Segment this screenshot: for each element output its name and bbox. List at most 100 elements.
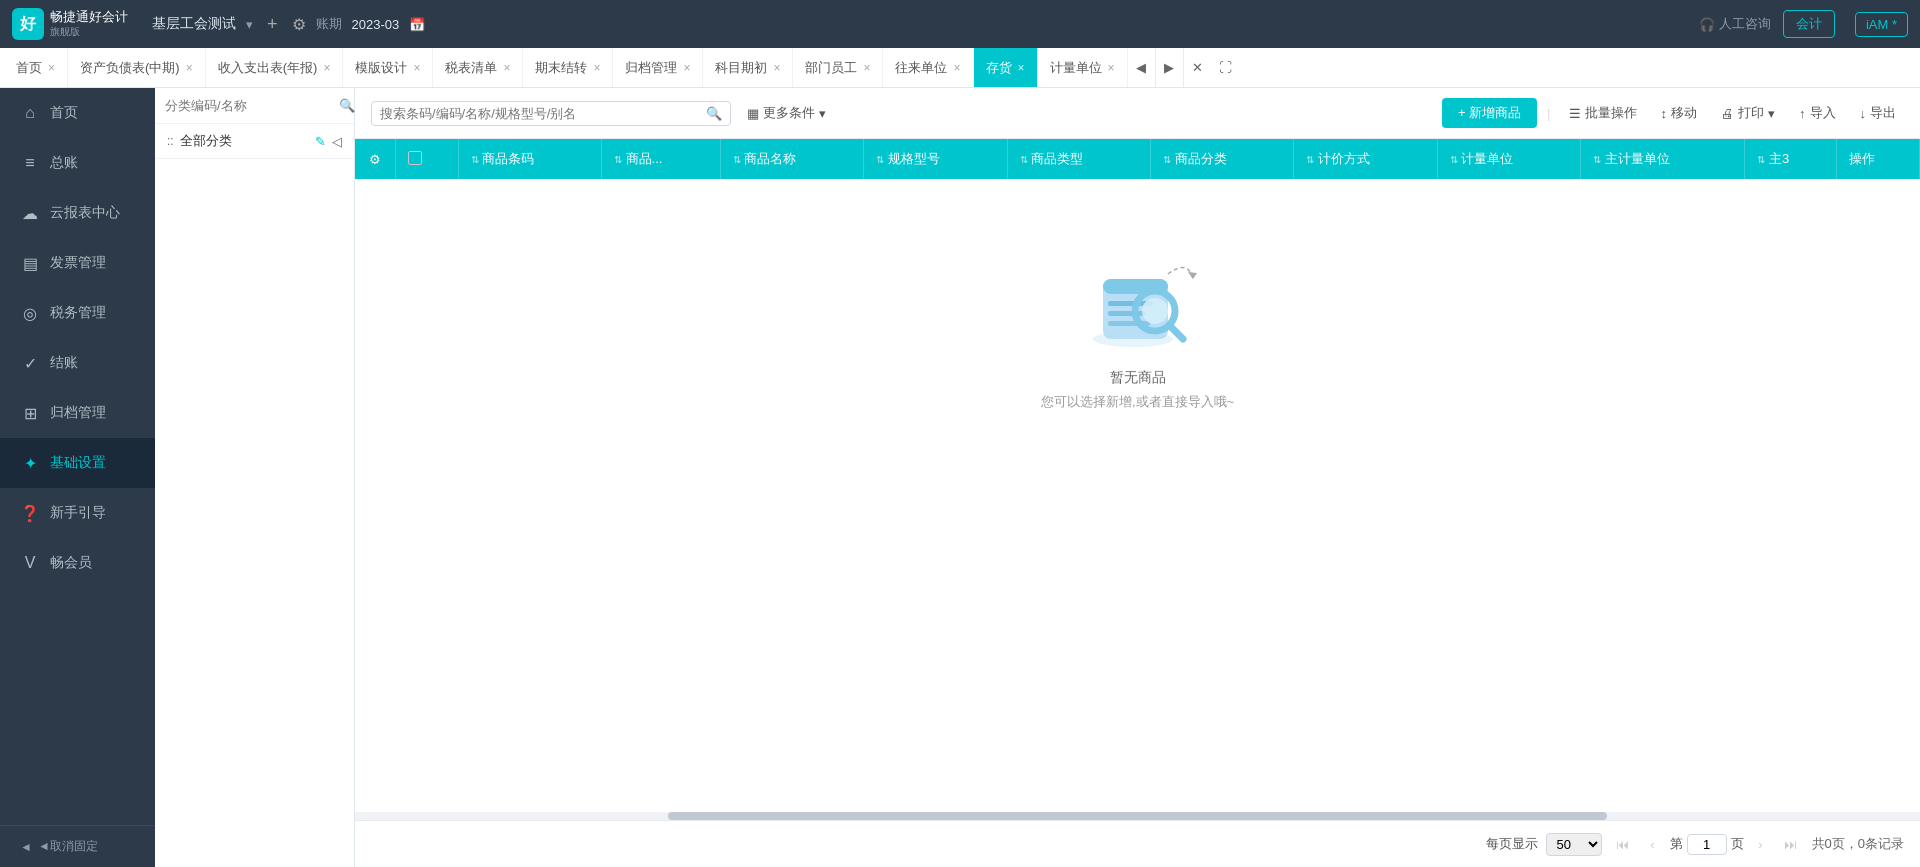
print-button[interactable]: 🖨 打印 ▾ bbox=[1713, 100, 1783, 126]
sidebar-item-guide[interactable]: ❓ 新手引导 bbox=[0, 488, 155, 538]
page-prev-button[interactable]: ‹ bbox=[1640, 831, 1666, 857]
add-company-button[interactable]: + bbox=[263, 15, 282, 33]
tab-contacts[interactable]: 往来单位 × bbox=[883, 48, 973, 88]
ledger-icon: ≡ bbox=[20, 154, 40, 172]
tab-unit[interactable]: 计量单位 × bbox=[1038, 48, 1128, 88]
filter-button[interactable]: ▦ 更多条件 ▾ bbox=[739, 100, 834, 126]
tab-dept-close[interactable]: × bbox=[863, 62, 870, 74]
tab-home[interactable]: 首页 × bbox=[4, 48, 68, 88]
category-search-icon[interactable]: 🔍 bbox=[339, 98, 355, 113]
iam-badge[interactable]: iAM * bbox=[1855, 12, 1908, 37]
tab-next-button[interactable]: ▶ bbox=[1156, 48, 1184, 88]
tab-home-close[interactable]: × bbox=[48, 62, 55, 74]
reports-icon: ☁ bbox=[20, 204, 40, 223]
dropdown-icon[interactable]: ▾ bbox=[246, 17, 253, 32]
col-code[interactable]: ⇅ 商品... bbox=[601, 139, 720, 179]
tab-contacts-close[interactable]: × bbox=[953, 62, 960, 74]
page-first-button[interactable]: ⏮ bbox=[1610, 831, 1636, 857]
add-product-button[interactable]: + 新增商品 bbox=[1442, 98, 1537, 128]
tab-bar: 首页 × 资产负债表(中期) × 收入支出表(年报) × 模版设计 × 税表清单… bbox=[0, 48, 1920, 88]
sep1: | bbox=[1547, 106, 1550, 121]
all-categories-label[interactable]: 全部分类 bbox=[180, 132, 309, 150]
tab-archive[interactable]: 归档管理 × bbox=[613, 48, 703, 88]
sidebar-item-tax[interactable]: ◎ 税务管理 bbox=[0, 288, 155, 338]
filter-icon: ▦ bbox=[747, 106, 759, 121]
sidebar-tax-label: 税务管理 bbox=[50, 304, 106, 322]
tab-unit-close[interactable]: × bbox=[1108, 62, 1115, 74]
tab-income[interactable]: 收入支出表(年报) × bbox=[206, 48, 344, 88]
tab-inventory[interactable]: 存货 × bbox=[974, 48, 1038, 88]
help-button[interactable]: 🎧 人工咨询 bbox=[1699, 15, 1771, 33]
category-collapse-icon[interactable]: ◁ bbox=[332, 134, 342, 149]
filter-dropdown-icon: ▾ bbox=[819, 106, 826, 121]
col-unit[interactable]: ⇅ 计量单位 bbox=[1437, 139, 1580, 179]
page-size-dropdown[interactable]: 50 100 200 bbox=[1546, 833, 1602, 856]
logo-text-block: 畅捷通好会计 旗舰版 bbox=[50, 9, 128, 39]
tab-template[interactable]: 模版设计 × bbox=[343, 48, 433, 88]
col-price-method[interactable]: ⇅ 计价方式 bbox=[1294, 139, 1437, 179]
horizontal-scrollbar[interactable] bbox=[355, 812, 1920, 820]
tab-template-close[interactable]: × bbox=[413, 62, 420, 74]
sidebar-item-reports[interactable]: ☁ 云报表中心 bbox=[0, 188, 155, 238]
tab-period-close[interactable]: × bbox=[593, 62, 600, 74]
sidebar-item-home[interactable]: ⌂ 首页 bbox=[0, 88, 155, 138]
tab-tax-close[interactable]: × bbox=[503, 62, 510, 74]
product-search-input[interactable] bbox=[380, 106, 700, 121]
sidebar-unpin-button[interactable]: ◄ ◄取消固定 bbox=[0, 825, 155, 867]
tab-close-all-button[interactable]: ✕ bbox=[1184, 48, 1212, 88]
col-main-unit[interactable]: ⇅ 主计量单位 bbox=[1581, 139, 1745, 179]
page-number-input[interactable] bbox=[1687, 834, 1727, 855]
category-edit-icon[interactable]: ✎ bbox=[315, 134, 326, 149]
right-panel: 🔍 ▦ 更多条件 ▾ + 新增商品 | ☰ 批量操作 ↕ 移动 bbox=[355, 88, 1920, 867]
table-header-row: ⚙ ⇅ 商品条码 ⇅ 商品... ⇅ 商品名称 ⇅ 规格型号 ⇅ 商品类型 ⇅ … bbox=[355, 139, 1920, 179]
col-name[interactable]: ⇅ 商品名称 bbox=[720, 139, 863, 179]
tab-income-close[interactable]: × bbox=[323, 62, 330, 74]
category-search-input[interactable] bbox=[165, 98, 333, 113]
tab-balance[interactable]: 资产负债表(中期) × bbox=[68, 48, 206, 88]
sidebar-item-close[interactable]: ✓ 结账 bbox=[0, 338, 155, 388]
member-icon: V bbox=[20, 554, 40, 572]
tab-subject[interactable]: 科目期初 × bbox=[703, 48, 793, 88]
col-settings[interactable]: ⚙ bbox=[355, 139, 395, 179]
sidebar-reports-label: 云报表中心 bbox=[50, 204, 120, 222]
col-col3[interactable]: ⇅ 主3 bbox=[1745, 139, 1837, 179]
logo-icon: 好 bbox=[12, 8, 44, 40]
tab-balance-close[interactable]: × bbox=[186, 62, 193, 74]
col-barcode[interactable]: ⇅ 商品条码 bbox=[458, 139, 601, 179]
page-last-button[interactable]: ⏭ bbox=[1778, 831, 1804, 857]
sidebar-item-archive[interactable]: ⊞ 归档管理 bbox=[0, 388, 155, 438]
sidebar-guide-label: 新手引导 bbox=[50, 504, 106, 522]
sidebar-member-label: 畅会员 bbox=[50, 554, 92, 572]
sidebar-item-settings[interactable]: ✦ 基础设置 bbox=[0, 438, 155, 488]
tab-subject-close[interactable]: × bbox=[773, 62, 780, 74]
tab-tax[interactable]: 税表清单 × bbox=[433, 48, 523, 88]
tab-inventory-close[interactable]: × bbox=[1018, 62, 1025, 74]
export-icon: ↓ bbox=[1860, 106, 1867, 121]
col-type[interactable]: ⇅ 商品类型 bbox=[1007, 139, 1150, 179]
sidebar-item-member[interactable]: V 畅会员 bbox=[0, 538, 155, 588]
scrollbar-thumb[interactable] bbox=[668, 812, 1607, 820]
tab-expand-button[interactable]: ⛶ bbox=[1212, 48, 1240, 88]
settings-icon[interactable]: ⚙ bbox=[292, 15, 306, 34]
header-checkbox[interactable] bbox=[408, 151, 422, 165]
product-search-icon[interactable]: 🔍 bbox=[706, 106, 722, 121]
account-button[interactable]: 会计 bbox=[1783, 10, 1835, 38]
page-next-button[interactable]: › bbox=[1748, 831, 1774, 857]
sidebar-item-ledger[interactable]: ≡ 总账 bbox=[0, 138, 155, 188]
tab-dept[interactable]: 部门员工 × bbox=[793, 48, 883, 88]
move-button[interactable]: ↕ 移动 bbox=[1653, 100, 1706, 126]
col-category[interactable]: ⇅ 商品分类 bbox=[1150, 139, 1293, 179]
tab-archive-close[interactable]: × bbox=[683, 62, 690, 74]
export-button[interactable]: ↓ 导出 bbox=[1852, 100, 1905, 126]
tab-prev-button[interactable]: ◀ bbox=[1128, 48, 1156, 88]
import-icon: ↑ bbox=[1799, 106, 1806, 121]
sidebar-item-invoice[interactable]: ▤ 发票管理 bbox=[0, 238, 155, 288]
calendar-icon[interactable]: 📅 bbox=[409, 17, 425, 32]
batch-button[interactable]: ☰ 批量操作 bbox=[1561, 100, 1645, 126]
col-checkbox[interactable] bbox=[395, 139, 458, 179]
close-period-icon: ✓ bbox=[20, 354, 40, 373]
import-button[interactable]: ↑ 导入 bbox=[1791, 100, 1844, 126]
page-size-select[interactable]: 50 100 200 bbox=[1546, 833, 1602, 856]
col-spec[interactable]: ⇅ 规格型号 bbox=[864, 139, 1007, 179]
tab-period[interactable]: 期末结转 × bbox=[523, 48, 613, 88]
